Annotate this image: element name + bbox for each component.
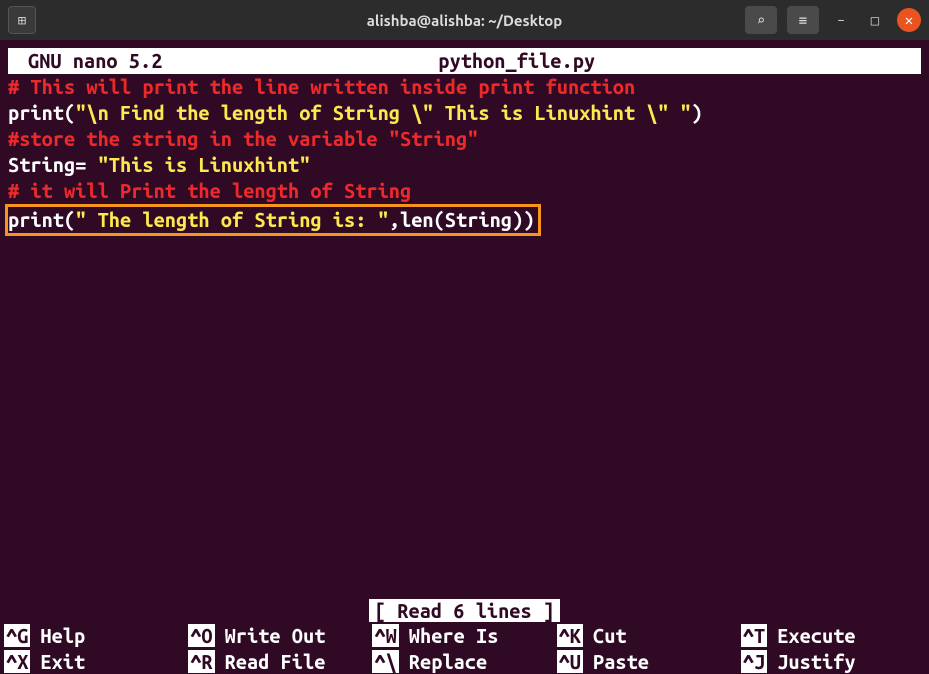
shortcut-paste[interactable]: ^UPaste bbox=[557, 648, 741, 674]
close-icon: ✕ bbox=[905, 12, 913, 29]
highlight-box: print(" The length of String is: ",len(S… bbox=[5, 204, 541, 236]
code-line: print("\n Find the length of String \" T… bbox=[8, 100, 921, 126]
shortcut-where-is[interactable]: ^WWhere Is bbox=[372, 622, 556, 648]
shortcut-exit[interactable]: ^XExit bbox=[4, 648, 188, 674]
shortcut-replace[interactable]: ^\Replace bbox=[372, 648, 556, 674]
shortcut-read-file[interactable]: ^RRead File bbox=[188, 648, 372, 674]
menu-button[interactable]: ≡ bbox=[787, 6, 819, 34]
shortcut-help[interactable]: ^GHelp bbox=[4, 622, 188, 648]
code-line: # it will Print the length of String bbox=[8, 178, 921, 204]
nano-status-line: [ Read 6 lines ] bbox=[0, 599, 929, 622]
window-titlebar: ⊞ alishba@alishba: ~/Desktop ⌕ ≡ – □ ✕ bbox=[0, 0, 929, 40]
code-line: String= "This is Linuxhint" bbox=[8, 152, 921, 178]
code-line: # This will print the line written insid… bbox=[8, 74, 921, 100]
search-button[interactable]: ⌕ bbox=[745, 6, 777, 34]
editor-area[interactable]: # This will print the line written insid… bbox=[0, 74, 929, 236]
minimize-button[interactable]: – bbox=[829, 8, 853, 32]
maximize-icon: □ bbox=[871, 12, 879, 29]
menu-icon: ≡ bbox=[799, 12, 807, 29]
window-title: alishba@alishba: ~/Desktop bbox=[367, 12, 562, 29]
nano-filename: python_file.py bbox=[112, 48, 921, 74]
shortcut-cut[interactable]: ^KCut bbox=[557, 622, 741, 648]
maximize-button[interactable]: □ bbox=[863, 8, 887, 32]
nano-status-text: [ Read 6 lines ] bbox=[369, 599, 560, 622]
titlebar-left: ⊞ bbox=[8, 6, 36, 34]
nano-header: GNU nano 5.2 python_file.py bbox=[8, 48, 921, 74]
code-line: #store the string in the variable "Strin… bbox=[8, 126, 921, 152]
new-tab-icon: ⊞ bbox=[18, 12, 26, 29]
titlebar-right: ⌕ ≡ – □ ✕ bbox=[745, 6, 921, 34]
shortcut-execute[interactable]: ^TExecute bbox=[741, 622, 925, 648]
close-button[interactable]: ✕ bbox=[897, 8, 921, 32]
shortcut-write-out[interactable]: ^OWrite Out bbox=[188, 622, 372, 648]
minimize-icon: – bbox=[837, 12, 845, 28]
nano-footer: ^GHelp ^OWrite Out ^WWhere Is ^KCut ^TEx… bbox=[0, 622, 929, 674]
search-icon: ⌕ bbox=[757, 12, 765, 29]
new-tab-button[interactable]: ⊞ bbox=[8, 6, 36, 34]
shortcut-justify[interactable]: ^JJustify bbox=[741, 648, 925, 674]
code-line-highlighted: print(" The length of String is: ",len(S… bbox=[8, 204, 921, 236]
